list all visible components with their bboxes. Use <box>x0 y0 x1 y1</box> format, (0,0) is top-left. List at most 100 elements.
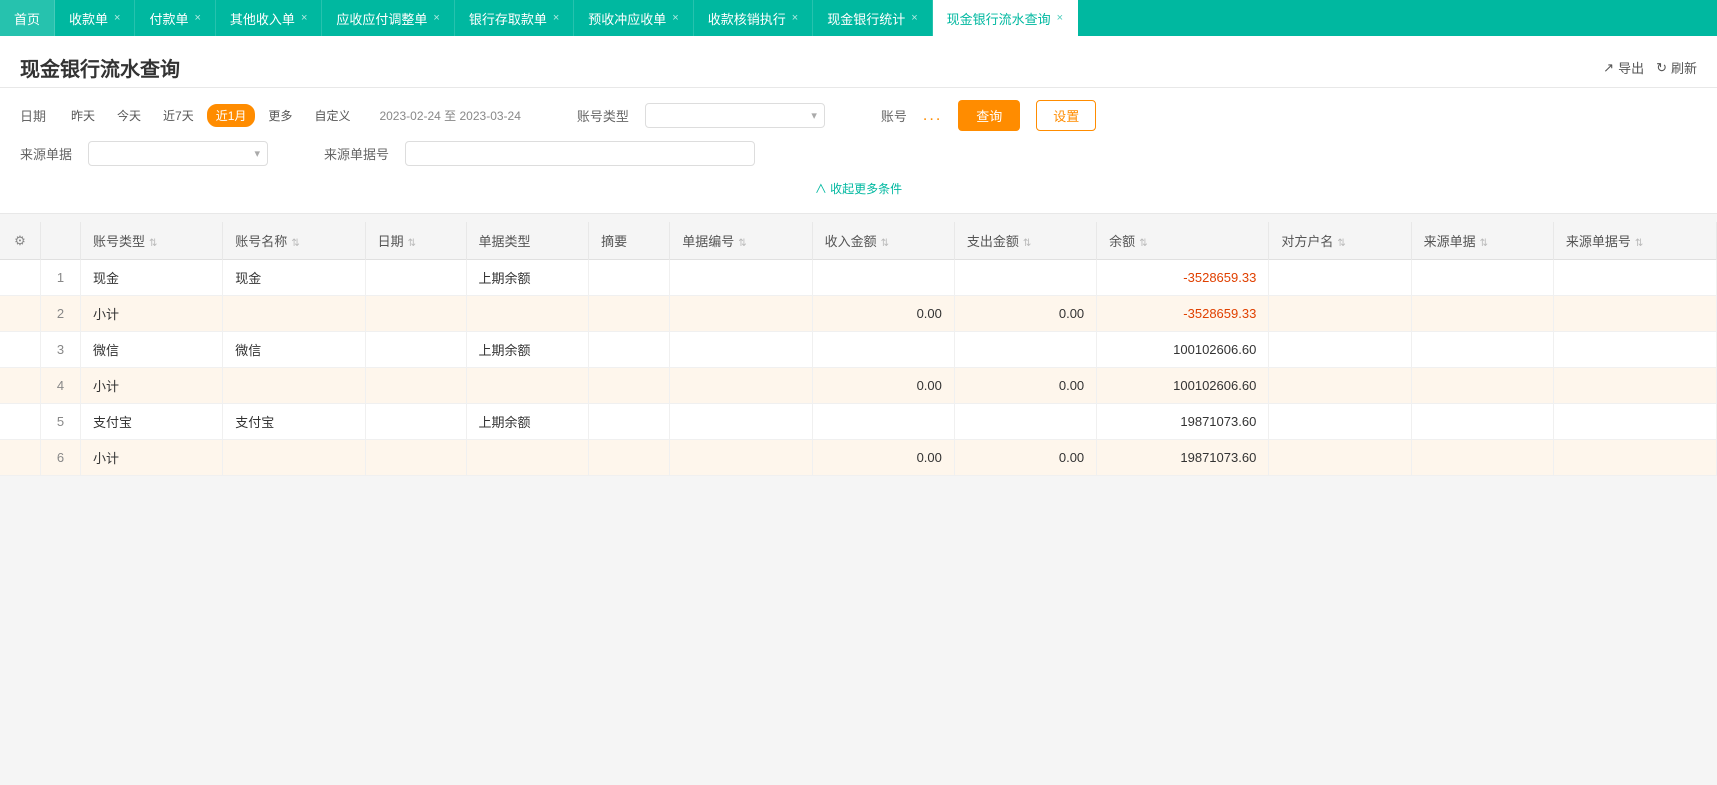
cell-account-type: 小计 <box>81 296 223 332</box>
nav-item-bank-deposit[interactable]: 银行存取款单× <box>455 0 574 36</box>
source-doc-label: 来源单据 <box>20 144 72 163</box>
cell-source-doc <box>1411 440 1553 476</box>
cell-source-doc-num <box>1553 440 1716 476</box>
nav-close-bank-deposit[interactable]: × <box>553 12 559 24</box>
cell-source-doc <box>1411 368 1553 404</box>
page-title: 现金银行流水查询 <box>20 53 180 82</box>
nav-item-receipt[interactable]: 收款单× <box>55 0 135 36</box>
cell-doc-type: 上期余额 <box>466 260 589 296</box>
cell-doc-type: 上期余额 <box>466 332 589 368</box>
col-header-settings: ⚙ <box>0 222 41 260</box>
data-table: ⚙账号类型⇅账号名称⇅日期⇅单据类型摘要单据编号⇅收入金额⇅支出金额⇅余额⇅对方… <box>0 222 1717 476</box>
date-option-近1月[interactable]: 近1月 <box>207 104 256 127</box>
nav-item-cash-bank-flow[interactable]: 现金银行流水查询× <box>933 0 1078 36</box>
filter-area: 日期 昨天今天近7天近1月更多自定义 2023-02-24 至 2023-03-… <box>0 88 1717 214</box>
cell-counter-party <box>1269 404 1411 440</box>
account-dots-button[interactable]: ... <box>923 107 942 125</box>
settings-button[interactable]: 设置 <box>1036 100 1096 131</box>
col-header-rownum <box>41 222 81 260</box>
filter-row-1: 日期 昨天今天近7天近1月更多自定义 2023-02-24 至 2023-03-… <box>20 100 1697 131</box>
nav-item-ar-ap-adjust[interactable]: 应收应付调整单× <box>322 0 454 36</box>
col-header-account-type[interactable]: 账号类型⇅ <box>81 222 223 260</box>
refresh-label: 刷新 <box>1671 58 1697 77</box>
sort-icon-doc-number: ⇅ <box>738 238 746 249</box>
cell-balance: 19871073.60 <box>1097 440 1269 476</box>
cell-rownum: 6 <box>41 440 81 476</box>
cell-income <box>812 332 954 368</box>
cell-expense: 0.00 <box>954 440 1096 476</box>
collapse-label: 收起更多条件 <box>830 182 902 196</box>
source-doc-num-label: 来源单据号 <box>324 144 389 163</box>
nav-close-advance-offset[interactable]: × <box>672 12 678 24</box>
sort-icon-source-doc: ⇅ <box>1480 238 1488 249</box>
table-row: 1现金现金上期余额-3528659.33 <box>0 260 1717 296</box>
date-option-更多[interactable]: 更多 <box>259 104 301 127</box>
cell-rownum: 3 <box>41 332 81 368</box>
account-type-select[interactable]: 现金 微信 支付宝 <box>645 103 825 128</box>
col-header-expense[interactable]: 支出金额⇅ <box>954 222 1096 260</box>
nav-close-receipt[interactable]: × <box>114 12 120 24</box>
source-doc-select[interactable] <box>88 141 268 166</box>
cell-expense <box>954 404 1096 440</box>
nav-item-collection-exec[interactable]: 收款核销执行× <box>694 0 813 36</box>
cell-account-type: 现金 <box>81 260 223 296</box>
table-settings-icon[interactable]: ⚙ <box>12 233 28 249</box>
collapse-bar[interactable]: ∧ 收起更多条件 <box>20 176 1697 201</box>
sort-icon-expense: ⇅ <box>1023 238 1031 249</box>
cell-rownum: 2 <box>41 296 81 332</box>
date-label: 日期 <box>20 106 46 125</box>
date-option-昨天[interactable]: 昨天 <box>62 104 104 127</box>
nav-close-ar-ap-adjust[interactable]: × <box>433 12 439 24</box>
export-label: 导出 <box>1618 58 1644 77</box>
cell-summary <box>589 260 670 296</box>
cell-source-doc-num <box>1553 260 1716 296</box>
nav-item-other-income[interactable]: 其他收入单× <box>216 0 322 36</box>
header-row: ⚙账号类型⇅账号名称⇅日期⇅单据类型摘要单据编号⇅收入金额⇅支出金额⇅余额⇅对方… <box>0 222 1717 260</box>
cell-account-type: 支付宝 <box>81 404 223 440</box>
col-header-source-doc-num[interactable]: 来源单据号⇅ <box>1553 222 1716 260</box>
col-header-balance[interactable]: 余额⇅ <box>1097 222 1269 260</box>
nav-close-cash-bank-stat[interactable]: × <box>911 12 917 24</box>
nav-item-advance-offset[interactable]: 预收冲应收单× <box>574 0 693 36</box>
nav-close-cash-bank-flow[interactable]: × <box>1057 12 1063 24</box>
nav-item-payment[interactable]: 付款单× <box>135 0 215 36</box>
nav-item-home[interactable]: 首页 <box>0 0 55 36</box>
cell-settings <box>0 440 41 476</box>
nav-item-cash-bank-stat[interactable]: 现金银行统计× <box>813 0 932 36</box>
col-header-date[interactable]: 日期⇅ <box>365 222 466 260</box>
source-doc-num-input[interactable] <box>405 141 755 166</box>
cell-account-name: 支付宝 <box>223 404 365 440</box>
cell-date <box>365 404 466 440</box>
date-option-自定义[interactable]: 自定义 <box>305 104 359 127</box>
cell-doc-type <box>466 440 589 476</box>
refresh-button[interactable]: ↻ 刷新 <box>1656 58 1697 77</box>
col-header-counter-party[interactable]: 对方户名⇅ <box>1269 222 1411 260</box>
date-option-近7天[interactable]: 近7天 <box>154 104 203 127</box>
cell-summary <box>589 332 670 368</box>
date-option-今天[interactable]: 今天 <box>108 104 150 127</box>
nav-close-other-income[interactable]: × <box>301 12 307 24</box>
account-label: 账号 <box>881 106 907 125</box>
cell-doc-type: 上期余额 <box>466 404 589 440</box>
nav-close-collection-exec[interactable]: × <box>792 12 798 24</box>
query-button[interactable]: 查询 <box>958 100 1020 131</box>
cell-summary <box>589 404 670 440</box>
cell-settings <box>0 296 41 332</box>
account-type-label: 账号类型 <box>577 106 629 125</box>
date-options: 昨天今天近7天近1月更多自定义 <box>62 104 359 127</box>
nav-close-payment[interactable]: × <box>194 12 200 24</box>
export-button[interactable]: ↗ 导出 <box>1603 58 1644 77</box>
cell-account-name: 现金 <box>223 260 365 296</box>
cell-date <box>365 440 466 476</box>
cell-account-name <box>223 440 365 476</box>
date-range: 2023-02-24 至 2023-03-24 <box>379 107 520 124</box>
col-header-source-doc[interactable]: 来源单据⇅ <box>1411 222 1553 260</box>
cell-settings <box>0 332 41 368</box>
cell-account-type: 微信 <box>81 332 223 368</box>
cell-expense <box>954 260 1096 296</box>
cell-source-doc-num <box>1553 404 1716 440</box>
col-header-account-name[interactable]: 账号名称⇅ <box>223 222 365 260</box>
col-header-income[interactable]: 收入金额⇅ <box>812 222 954 260</box>
col-header-doc-number[interactable]: 单据编号⇅ <box>670 222 812 260</box>
cell-source-doc-num <box>1553 368 1716 404</box>
